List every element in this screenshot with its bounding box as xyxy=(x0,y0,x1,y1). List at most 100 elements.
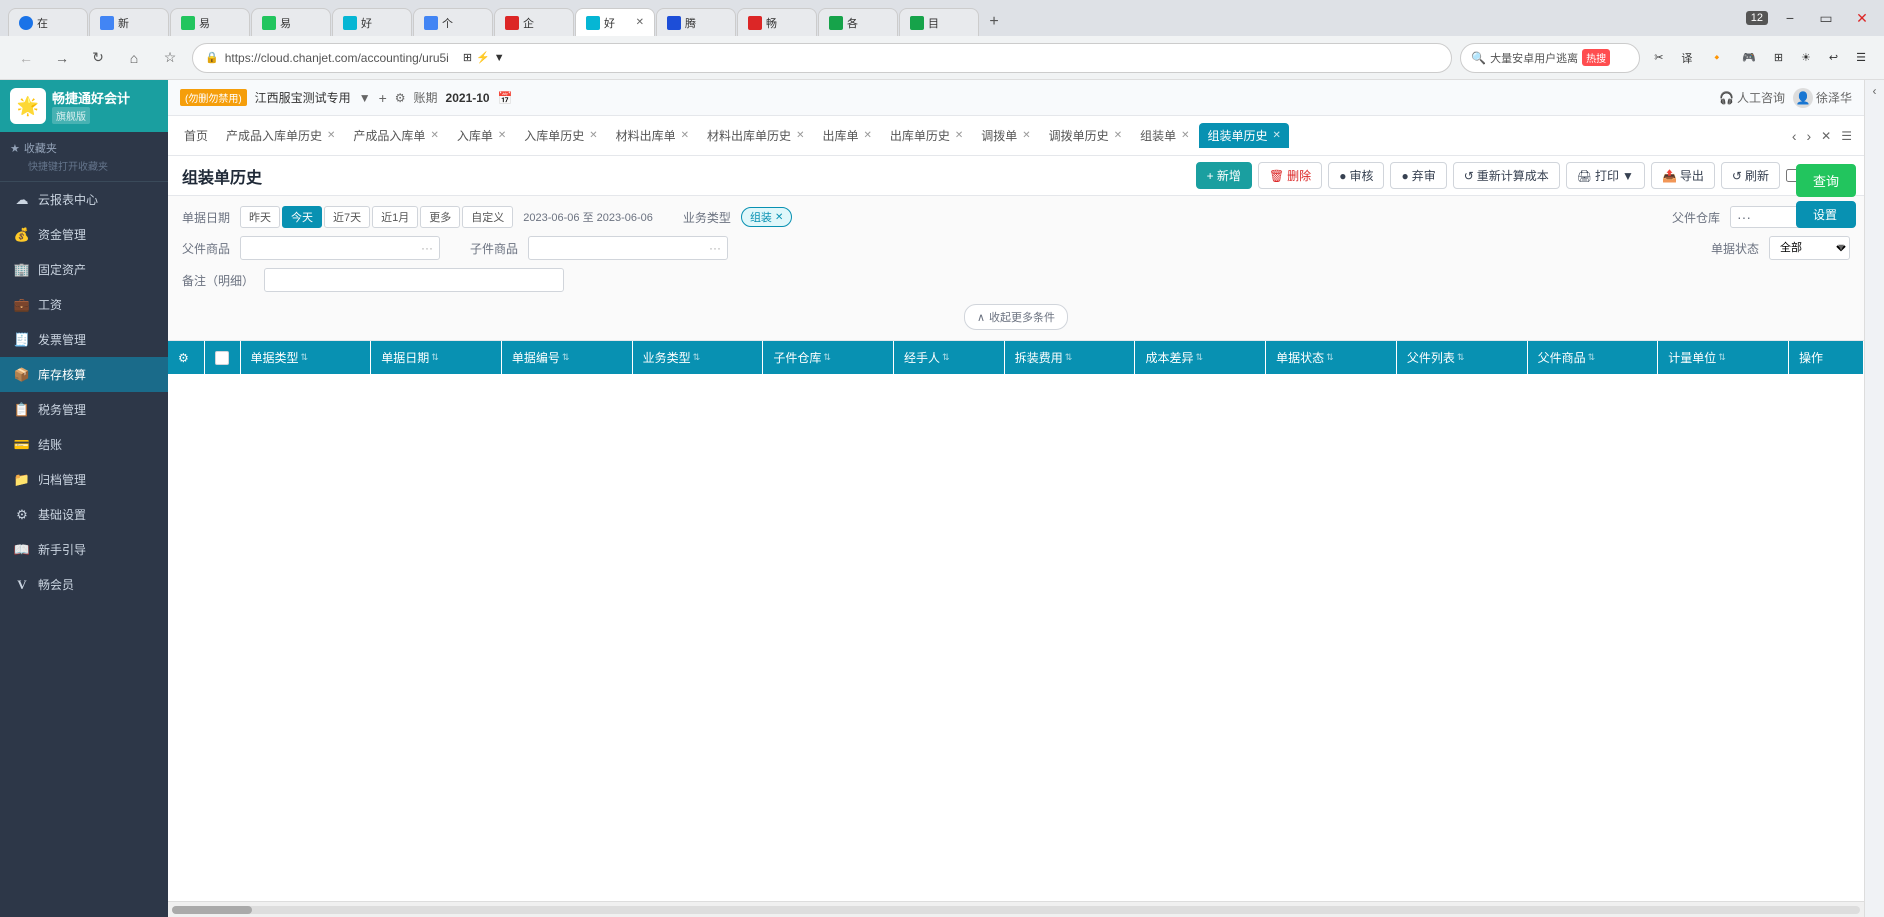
sort-bill-type-icon[interactable]: ⇅ xyxy=(301,352,309,363)
close-icon[interactable]: ✕ xyxy=(1114,130,1122,141)
column-settings-icon[interactable]: ⚙ xyxy=(178,351,189,365)
close-icon[interactable]: ✕ xyxy=(1273,130,1281,141)
browser-tab-3[interactable]: 易 xyxy=(170,8,250,36)
sort-parent-goods-icon[interactable]: ⇅ xyxy=(1588,352,1596,363)
today-btn[interactable]: 今天 xyxy=(282,206,322,228)
sidebar-item-archive[interactable]: 📁 归档管理 xyxy=(0,462,168,497)
close-icon[interactable]: ✕ xyxy=(681,130,689,141)
th-handler[interactable]: 经手人 ⇅ xyxy=(894,341,1005,374)
new-button[interactable]: + 新增 xyxy=(1196,162,1252,189)
abandon-button[interactable]: ● 弃审 xyxy=(1390,162,1446,189)
close-window-button[interactable]: ✕ xyxy=(1848,4,1876,32)
bookmark-button[interactable]: ☆ xyxy=(156,44,184,72)
th-bill-no[interactable]: 单据编号 ⇅ xyxy=(501,341,632,374)
close-icon[interactable]: ✕ xyxy=(955,130,963,141)
browser-tab-2[interactable]: 新 xyxy=(89,8,169,36)
forward-button[interactable]: → xyxy=(48,44,76,72)
browser-tab-10[interactable]: 畅 xyxy=(737,8,817,36)
sidebar-item-invoice[interactable]: 🧾 发票管理 xyxy=(0,322,168,357)
scrollbar-thumb[interactable] xyxy=(172,906,252,914)
th-parent-list[interactable]: 父件列表 ⇅ xyxy=(1396,341,1527,374)
th-biz-type[interactable]: 业务类型 ⇅ xyxy=(632,341,763,374)
panel-collapse-btn[interactable]: ‹ xyxy=(1873,84,1877,98)
sort-child-warehouse-icon[interactable]: ⇅ xyxy=(823,352,831,363)
close-icon[interactable]: ✕ xyxy=(796,130,804,141)
th-cost-diff[interactable]: 成本差异 ⇅ xyxy=(1135,341,1266,374)
reload-button[interactable]: ↻ xyxy=(84,44,112,72)
nav-item-home[interactable]: 首页 xyxy=(176,123,216,148)
browser-tab-5[interactable]: 好 xyxy=(332,8,412,36)
company-dropdown-icon[interactable]: ▼ xyxy=(359,91,371,105)
audit-button[interactable]: ● 审核 xyxy=(1328,162,1384,189)
th-parent-goods[interactable]: 父件商品 ⇅ xyxy=(1527,341,1658,374)
sidebar-item-guide[interactable]: 📖 新手引导 xyxy=(0,532,168,567)
nav-item-transfer-history[interactable]: 调拨单历史 ✕ xyxy=(1041,123,1130,148)
new-tab-button[interactable]: + xyxy=(980,8,1008,36)
sidebar-item-cloud-reports[interactable]: ☁ 云报表中心 xyxy=(0,182,168,217)
close-icon[interactable]: ✕ xyxy=(498,130,506,141)
nav-item-assembly[interactable]: 组装单 ✕ xyxy=(1132,123,1197,148)
close-icon[interactable]: ✕ xyxy=(327,130,335,141)
nav-item-in-order[interactable]: 入库单 ✕ xyxy=(449,123,514,148)
sort-cost-diff-icon[interactable]: ⇅ xyxy=(1195,352,1203,363)
select-all-checkbox[interactable] xyxy=(215,351,229,365)
recalculate-button[interactable]: ↺ 重新计算成本 xyxy=(1453,162,1560,189)
nav-item-out-order[interactable]: 出库单 ✕ xyxy=(814,123,879,148)
month-btn[interactable]: 近1月 xyxy=(372,206,418,228)
table-container[interactable]: ⚙ 单据类型 ⇅ 单据日期 xyxy=(168,341,1864,901)
nav-item-product-in[interactable]: 产成品入库单 ✕ xyxy=(345,123,446,148)
custom-btn[interactable]: 自定义 xyxy=(462,206,513,228)
close-icon[interactable]: ✕ xyxy=(1181,130,1189,141)
close-all-btn[interactable]: ✕ xyxy=(1817,127,1835,145)
sidebar-favorites[interactable]: ★ 收藏夹 快捷键打开收藏夹 xyxy=(0,132,168,182)
minimize-button[interactable]: − xyxy=(1776,4,1804,32)
tab-close-icon[interactable]: ✕ xyxy=(636,17,644,28)
nav-item-product-in-history[interactable]: 产成品入库单历史 ✕ xyxy=(218,123,343,148)
game-tool[interactable]: 🎮 xyxy=(1736,49,1762,66)
nav-item-material-out[interactable]: 材料出库单 ✕ xyxy=(608,123,697,148)
close-icon[interactable]: ✕ xyxy=(863,130,871,141)
scrollbar-track[interactable] xyxy=(172,906,1860,914)
nav-item-out-history[interactable]: 出库单历史 ✕ xyxy=(882,123,971,148)
back-button[interactable]: ← xyxy=(12,44,40,72)
nav-prev-btn[interactable]: ‹ xyxy=(1788,126,1801,146)
browser-tab-4[interactable]: 易 xyxy=(251,8,331,36)
sidebar-item-fixed-assets[interactable]: 🏢 固定资产 xyxy=(0,252,168,287)
remove-biz-type-btn[interactable]: ✕ xyxy=(775,212,783,223)
consultant-btn[interactable]: 🎧 人工咨询 xyxy=(1719,89,1785,106)
brightness-tool[interactable]: ☀ xyxy=(1795,49,1817,66)
browser-tab-11[interactable]: 各 xyxy=(818,8,898,36)
settings-gear-icon[interactable]: ⚙ xyxy=(395,91,406,105)
sidebar-item-member[interactable]: V 畅会员 xyxy=(0,567,168,602)
sort-bill-no-icon[interactable]: ⇅ xyxy=(562,352,570,363)
sidebar-item-checkout[interactable]: 💳 结账 xyxy=(0,427,168,462)
more-btn[interactable]: 更多 xyxy=(420,206,460,228)
yesterday-btn[interactable]: 昨天 xyxy=(240,206,280,228)
bill-status-select[interactable]: 全部 草稿 已审核 xyxy=(1769,236,1850,260)
sort-parent-list-icon[interactable]: ⇅ xyxy=(1457,352,1465,363)
sidebar-item-inventory[interactable]: 📦 库存核算 xyxy=(0,357,168,392)
search-area[interactable]: 🔍 大量安卓用户逃离 热搜 xyxy=(1460,43,1640,73)
sort-bill-date-icon[interactable]: ⇅ xyxy=(431,352,439,363)
menu-tool[interactable]: ☰ xyxy=(1850,49,1872,66)
th-unit[interactable]: 计量单位 ⇅ xyxy=(1658,341,1789,374)
add-company-btn[interactable]: + xyxy=(379,90,387,106)
th-settings[interactable]: ⚙ xyxy=(168,341,204,374)
translate-tool[interactable]: 译 xyxy=(1675,48,1698,68)
week-btn[interactable]: 近7天 xyxy=(324,206,370,228)
url-bar[interactable]: 🔒 https://cloud.chanjet.com/accounting/u… xyxy=(192,43,1452,73)
close-icon[interactable]: ✕ xyxy=(1022,130,1030,141)
grid-tool[interactable]: ⊞ xyxy=(1768,49,1789,66)
sort-unit-icon[interactable]: ⇅ xyxy=(1718,352,1726,363)
settings-button[interactable]: 设置 xyxy=(1796,201,1856,228)
close-icon[interactable]: ✕ xyxy=(589,130,597,141)
nav-menu-btn[interactable]: ☰ xyxy=(1837,127,1856,145)
emoji-tool[interactable]: 🔸 xyxy=(1704,49,1730,66)
browser-tab-8[interactable]: 好 ✕ xyxy=(575,8,655,36)
nav-item-material-out-history[interactable]: 材料出库单历史 ✕ xyxy=(699,123,812,148)
nav-item-in-history[interactable]: 入库单历史 ✕ xyxy=(516,123,605,148)
browser-tab-12[interactable]: 目 xyxy=(899,8,979,36)
horizontal-scrollbar[interactable] xyxy=(168,901,1864,917)
browser-tab-9[interactable]: 腾 xyxy=(656,8,736,36)
sort-disassemble-fee-icon[interactable]: ⇅ xyxy=(1065,352,1073,363)
